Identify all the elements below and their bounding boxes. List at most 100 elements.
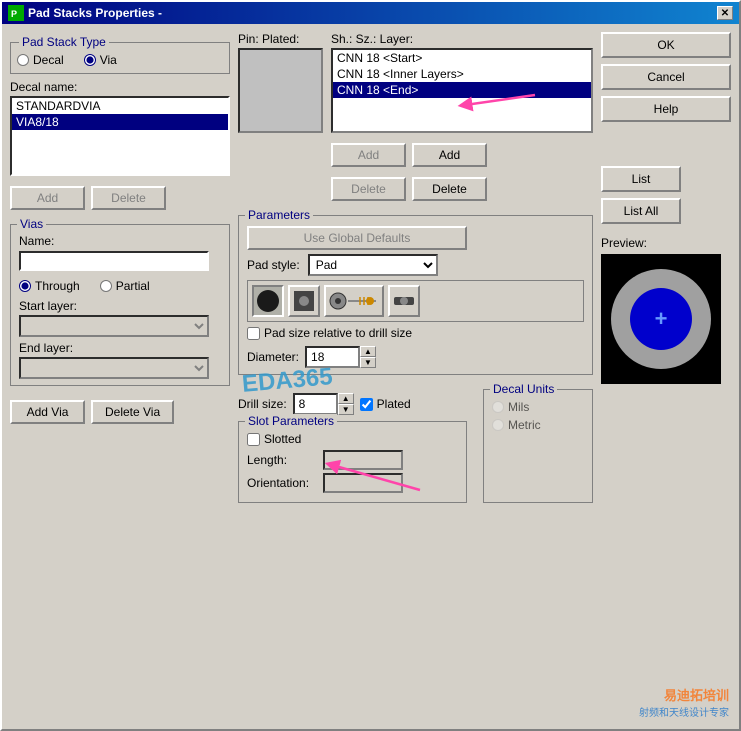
use-global-row: Use Global Defaults: [247, 226, 584, 250]
length-input[interactable]: [323, 450, 403, 470]
through-radio[interactable]: [19, 280, 31, 292]
pad-icons-row: [247, 280, 584, 322]
mils-radio-item[interactable]: Mils: [492, 400, 584, 414]
preview-box: +: [601, 254, 721, 384]
close-button[interactable]: ✕: [717, 6, 733, 20]
decal-units-label: Decal Units: [490, 382, 557, 396]
drill-up-button[interactable]: ▲: [338, 393, 354, 404]
drill-down-button[interactable]: ▼: [338, 404, 354, 415]
partial-label: Partial: [116, 279, 150, 293]
vias-name-input[interactable]: VIA8/18: [19, 251, 209, 271]
diameter-spin-btns: ▲ ▼: [360, 346, 376, 368]
main-panel: Pin: Plated: Sh.: Sz.: Layer: CNN 18 <St…: [238, 32, 593, 721]
layers-section: Sh.: Sz.: Layer: CNN 18 <Start> CNN 18 <…: [331, 32, 593, 133]
cancel-button[interactable]: Cancel: [601, 64, 731, 90]
layer-item-end[interactable]: CNN 18 <End>: [333, 82, 591, 98]
slotted-checkbox[interactable]: [247, 433, 260, 446]
main-window: P Pad Stacks Properties - ✕ Pad Stack Ty…: [0, 0, 741, 731]
length-row: Length:: [247, 450, 458, 470]
through-radio-item[interactable]: Through: [19, 279, 80, 293]
plated-label: Plated: [377, 397, 411, 411]
decal-name-label: Decal name:: [10, 80, 230, 94]
add-via-button[interactable]: Add Via: [10, 400, 85, 424]
metric-radio-item[interactable]: Metric: [492, 418, 584, 432]
layer-item-inner[interactable]: CNN 18 <Inner Layers>: [333, 66, 591, 82]
preview-section: Preview: +: [601, 236, 731, 384]
left-add-delete-row: Add Delete: [10, 186, 230, 210]
list-button[interactable]: List: [601, 166, 681, 192]
circle-pad-button[interactable]: [252, 285, 284, 317]
metric-radio[interactable]: [492, 419, 504, 431]
preview-label: Preview:: [601, 236, 647, 250]
pad-style-select[interactable]: Pad SMD Thermal Mounting Hole: [308, 254, 438, 276]
right-add-button[interactable]: Add: [412, 143, 487, 167]
title-bar: P Pad Stacks Properties - ✕: [2, 2, 739, 24]
right-add-button-left[interactable]: Add: [331, 143, 406, 167]
finger-pad-button[interactable]: [388, 285, 420, 317]
plated-checkbox-row: Plated: [360, 397, 411, 411]
ok-button[interactable]: OK: [601, 32, 731, 58]
slotted-row: Slotted: [247, 432, 458, 446]
diameter-spinbox: 18 ▲ ▼: [305, 346, 376, 368]
via-radio[interactable]: [84, 54, 96, 66]
decal-units-group: Decal Units Mils Metric: [483, 389, 593, 503]
partial-radio[interactable]: [100, 280, 112, 292]
layer-item-start[interactable]: CNN 18 <Start>: [333, 50, 591, 66]
app-icon: P: [8, 5, 24, 21]
right-delete-button[interactable]: Delete: [412, 177, 487, 201]
pin-plated-label: Pin: Plated:: [238, 32, 323, 46]
orientation-label: Orientation:: [247, 476, 317, 490]
mils-radio[interactable]: [492, 401, 504, 413]
drill-pad-button[interactable]: [324, 285, 384, 317]
action-buttons: OK Cancel Help: [601, 32, 731, 122]
left-add-button[interactable]: Add: [10, 186, 85, 210]
square-pad-button[interactable]: [288, 285, 320, 317]
diameter-input[interactable]: 18: [305, 346, 360, 368]
decal-name-section: Decal name: STANDARDVIA VIA8/18: [10, 80, 230, 176]
bottom-section: Drill size: 8 ▲ ▼ Plated: [238, 389, 593, 503]
list-buttons: List List All: [601, 166, 731, 224]
delete-via-button[interactable]: Delete Via: [91, 400, 174, 424]
use-global-button[interactable]: Use Global Defaults: [247, 226, 467, 250]
end-layer-select[interactable]: [19, 357, 209, 379]
drill-spin-btns: ▲ ▼: [338, 393, 354, 415]
preview-inner-circle: +: [630, 288, 692, 350]
parameters-label: Parameters: [245, 208, 313, 222]
help-button[interactable]: Help: [601, 96, 731, 122]
list-item-standardvia[interactable]: STANDARDVIA: [12, 98, 228, 114]
length-label: Length:: [247, 453, 317, 467]
vias-name-row: Name:: [19, 234, 221, 248]
list-item-via8-18[interactable]: VIA8/18: [12, 114, 228, 130]
orientation-input[interactable]: [323, 473, 403, 493]
list-all-button[interactable]: List All: [601, 198, 681, 224]
drill-spinbox: 8 ▲ ▼: [293, 393, 354, 415]
pad-style-row: Pad style: Pad SMD Thermal Mounting Hole: [247, 254, 584, 276]
diameter-up-button[interactable]: ▲: [360, 346, 376, 357]
circle-icon: [257, 290, 279, 312]
partial-radio-item[interactable]: Partial: [100, 279, 150, 293]
plated-checkbox[interactable]: [360, 398, 373, 411]
right-delete-button-left[interactable]: Delete: [331, 177, 406, 201]
via-radio-item[interactable]: Via: [84, 53, 117, 67]
pin-plated-area: [238, 48, 323, 133]
svg-text:P: P: [11, 9, 17, 19]
decal-radio[interactable]: [17, 54, 29, 66]
vias-group-label: Vias: [17, 217, 46, 231]
right-delete-row: Delete Delete: [238, 177, 593, 201]
start-layer-select[interactable]: [19, 315, 209, 337]
square-pad-icon: [290, 287, 318, 315]
drill-size-input[interactable]: 8: [293, 393, 338, 415]
pad-size-checkbox-row: Pad size relative to drill size: [247, 326, 584, 340]
metric-label: Metric: [508, 418, 541, 432]
slot-params-group: Slot Parameters Slotted Length: Orientat…: [238, 421, 467, 503]
pad-stack-type-label: Pad Stack Type: [19, 35, 109, 49]
layer-list[interactable]: CNN 18 <Start> CNN 18 <Inner Layers> CNN…: [331, 48, 593, 133]
decal-name-list[interactable]: STANDARDVIA VIA8/18: [10, 96, 230, 176]
diameter-down-button[interactable]: ▼: [360, 357, 376, 368]
slotted-label: Slotted: [264, 432, 301, 446]
preview-cross-icon: +: [655, 306, 668, 332]
left-delete-button[interactable]: Delete: [91, 186, 166, 210]
content-area: Pad Stack Type Decal Via Decal name: ST: [2, 24, 739, 729]
pad-size-checkbox[interactable]: [247, 327, 260, 340]
decal-radio-item[interactable]: Decal: [17, 53, 64, 67]
